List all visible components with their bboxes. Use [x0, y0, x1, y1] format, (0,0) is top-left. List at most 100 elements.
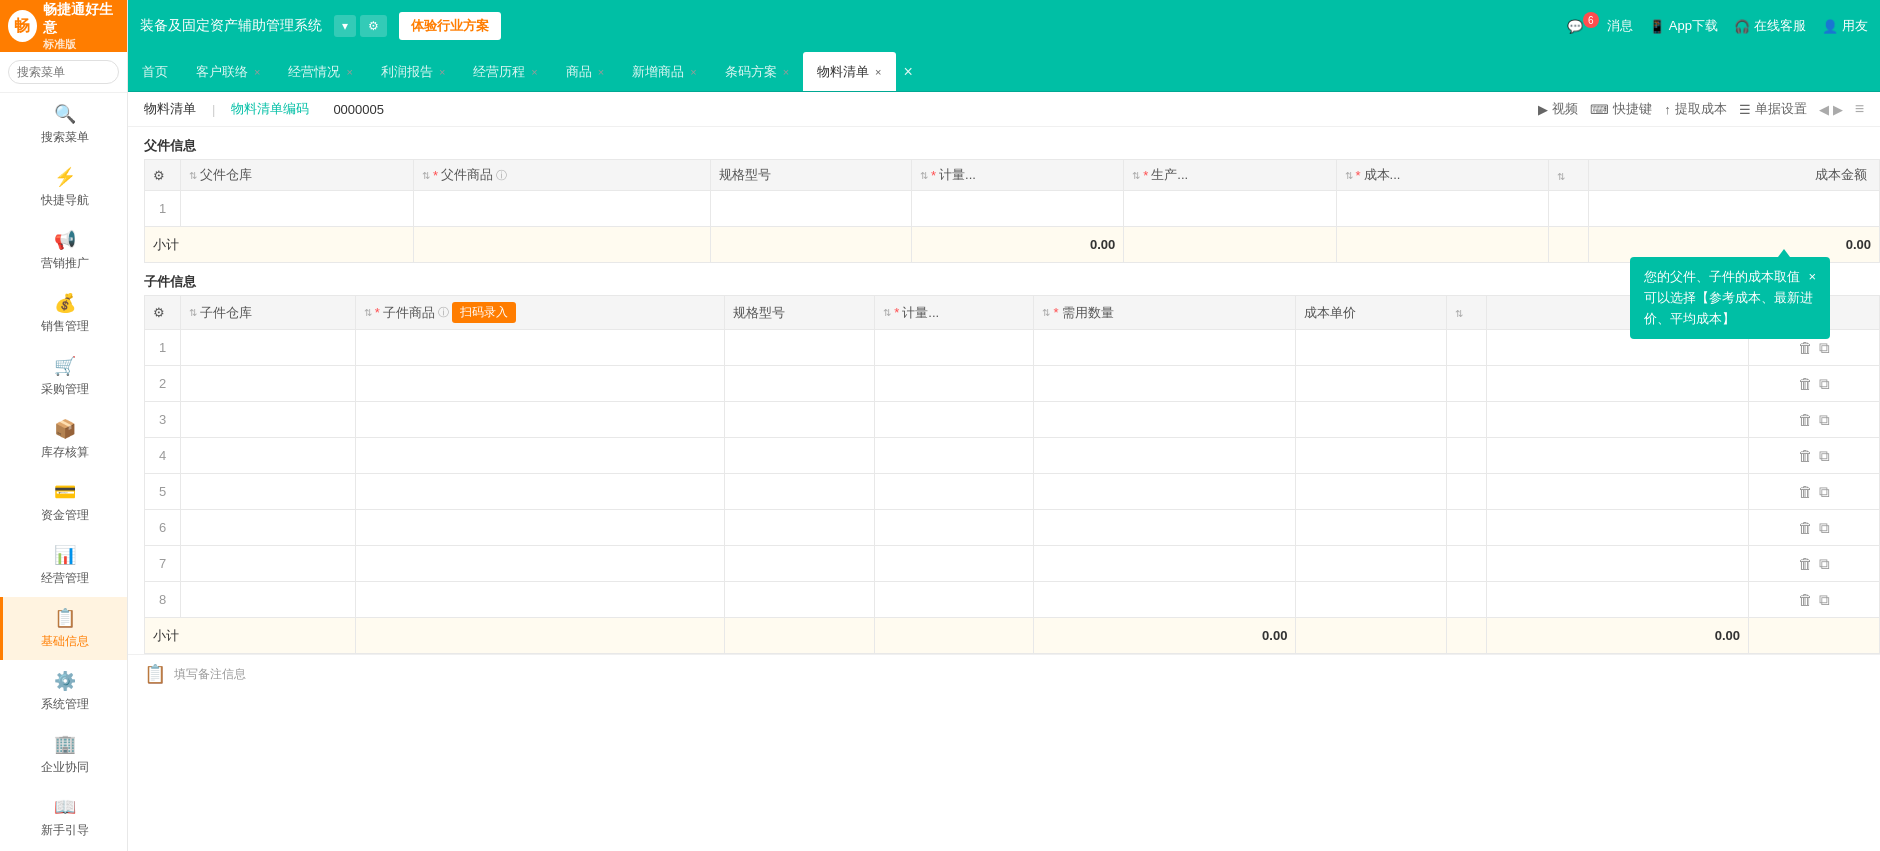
online-service-item[interactable]: 🎧 在线客服 — [1734, 17, 1806, 35]
trial-button[interactable]: 体验行业方案 — [399, 12, 501, 40]
delete-icon-7[interactable]: 🗑 — [1798, 555, 1813, 573]
sort-icon[interactable]: ⇅ — [883, 307, 891, 318]
child-cell-goods-2[interactable] — [355, 366, 724, 402]
child-cell-qty-5[interactable] — [1034, 474, 1296, 510]
child-cell-qty-4[interactable] — [1034, 438, 1296, 474]
tab-bom[interactable]: 物料清单 × — [803, 52, 895, 91]
child-cell-qty-7[interactable] — [1034, 546, 1296, 582]
sidebar-item-guide[interactable]: 📖 新手引导 — [0, 786, 127, 849]
sidebar-item-inventory[interactable]: 📦 库存核算 — [0, 408, 127, 471]
copy-icon-4[interactable]: ⧉ — [1819, 447, 1830, 465]
sidebar-item-search[interactable]: 🔍 搜索菜单 — [0, 93, 127, 156]
copy-icon-2[interactable]: ⧉ — [1819, 375, 1830, 393]
child-cell-spec-1[interactable] — [724, 330, 875, 366]
single-settings-btn[interactable]: ☰ 单据设置 — [1739, 100, 1807, 118]
delete-icon-2[interactable]: 🗑 — [1798, 375, 1813, 393]
message-item[interactable]: 💬 6 消息 — [1567, 17, 1633, 35]
child-cell-goods-6[interactable] — [355, 510, 724, 546]
view-btn[interactable]: ▶ 视频 — [1538, 100, 1578, 118]
child-cell-spec-3[interactable] — [724, 402, 875, 438]
tooltip-close-btn[interactable]: × — [1808, 267, 1816, 288]
sort-icon[interactable]: ⇅ — [364, 307, 372, 318]
delete-icon-1[interactable]: 🗑 — [1798, 339, 1813, 357]
child-cell-spec-7[interactable] — [724, 546, 875, 582]
child-cell-warehouse-7[interactable] — [181, 546, 356, 582]
settings-gear-icon[interactable]: ⚙ — [153, 168, 165, 183]
sort-icon[interactable]: ⇅ — [1132, 170, 1140, 181]
child-cell-unit-cost-7[interactable] — [1296, 546, 1447, 582]
child-cell-spec-5[interactable] — [724, 474, 875, 510]
child-cell-spec-8[interactable] — [724, 582, 875, 618]
child-cell-warehouse-1[interactable] — [181, 330, 356, 366]
scan-button[interactable]: 扫码录入 — [452, 302, 516, 323]
child-cell-measure-6[interactable] — [875, 510, 1034, 546]
copy-icon-3[interactable]: ⧉ — [1819, 411, 1830, 429]
child-cell-qty-3[interactable] — [1034, 402, 1296, 438]
delete-icon-6[interactable]: 🗑 — [1798, 519, 1813, 537]
settings-btn[interactable]: ⚙ — [360, 15, 387, 37]
child-cell-warehouse-8[interactable] — [181, 582, 356, 618]
delete-icon-3[interactable]: 🗑 — [1798, 411, 1813, 429]
child-cell-goods-3[interactable] — [355, 402, 724, 438]
child-cell-warehouse-2[interactable] — [181, 366, 356, 402]
child-cell-unit-cost-4[interactable] — [1296, 438, 1447, 474]
sort-arrows-icon[interactable]: ⇅ — [1557, 171, 1565, 182]
extract-cost-btn[interactable]: ↑ 提取成本 — [1664, 100, 1727, 118]
tab-customer-close[interactable]: × — [254, 66, 260, 78]
copy-icon-6[interactable]: ⧉ — [1819, 519, 1830, 537]
help-icon[interactable]: ⓘ — [496, 168, 507, 183]
tab-barcode-close[interactable]: × — [783, 66, 789, 78]
tab-new-goods-close[interactable]: × — [690, 66, 696, 78]
child-cell-unit-cost-6[interactable] — [1296, 510, 1447, 546]
copy-icon-5[interactable]: ⧉ — [1819, 483, 1830, 501]
delete-icon-5[interactable]: 🗑 — [1798, 483, 1813, 501]
tab-new-goods[interactable]: 新增商品 × — [618, 52, 710, 91]
delete-icon-4[interactable]: 🗑 — [1798, 447, 1813, 465]
copy-icon-7[interactable]: ⧉ — [1819, 555, 1830, 573]
delete-icon-8[interactable]: 🗑 — [1798, 591, 1813, 609]
prev-page-btn[interactable]: ◀ — [1819, 102, 1829, 117]
tab-goods[interactable]: 商品 × — [552, 52, 618, 91]
tab-goods-close[interactable]: × — [598, 66, 604, 78]
child-cell-warehouse-6[interactable] — [181, 510, 356, 546]
list-view-btn[interactable]: ≡ — [1855, 100, 1864, 118]
search-input[interactable] — [8, 60, 119, 84]
child-cell-goods-5[interactable] — [355, 474, 724, 510]
child-cell-measure-2[interactable] — [875, 366, 1034, 402]
sidebar-item-operations[interactable]: 📊 经营管理 — [0, 534, 127, 597]
child-cell-measure-7[interactable] — [875, 546, 1034, 582]
sort-arrows-icon[interactable]: ⇅ — [1455, 308, 1463, 319]
child-cell-spec-2[interactable] — [724, 366, 875, 402]
tab-history-close[interactable]: × — [531, 66, 537, 78]
child-cell-warehouse-5[interactable] — [181, 474, 356, 510]
parent-cell-measure-1[interactable] — [911, 191, 1123, 227]
notes-placeholder[interactable]: 填写备注信息 — [174, 666, 246, 683]
parent-cell-spec-1[interactable] — [711, 191, 912, 227]
dropdown-btn[interactable]: ▾ — [334, 15, 356, 37]
child-cell-measure-8[interactable] — [875, 582, 1034, 618]
help-icon[interactable]: ⓘ — [438, 305, 449, 320]
sort-icon[interactable]: ⇅ — [189, 170, 197, 181]
child-cell-measure-4[interactable] — [875, 438, 1034, 474]
tab-barcode[interactable]: 条码方案 × — [711, 52, 803, 91]
tab-profit[interactable]: 利润报告 × — [367, 52, 459, 91]
copy-icon-8[interactable]: ⧉ — [1819, 591, 1830, 609]
sidebar-item-purchase[interactable]: 🛒 采购管理 — [0, 345, 127, 408]
tab-profit-close[interactable]: × — [439, 66, 445, 78]
shortcut-btn[interactable]: ⌨ 快捷键 — [1590, 100, 1652, 118]
child-cell-unit-cost-8[interactable] — [1296, 582, 1447, 618]
tab-history[interactable]: 经营历程 × — [459, 52, 551, 91]
child-cell-warehouse-3[interactable] — [181, 402, 356, 438]
sidebar-item-quick-nav[interactable]: ⚡ 快捷导航 — [0, 156, 127, 219]
sort-icon[interactable]: ⇅ — [422, 170, 430, 181]
sidebar-item-finance[interactable]: 💳 资金管理 — [0, 471, 127, 534]
child-cell-goods-4[interactable] — [355, 438, 724, 474]
child-cell-unit-cost-3[interactable] — [1296, 402, 1447, 438]
child-cell-unit-cost-2[interactable] — [1296, 366, 1447, 402]
sidebar-item-system[interactable]: ⚙️ 系统管理 — [0, 660, 127, 723]
sort-icon[interactable]: ⇅ — [1042, 307, 1050, 318]
tab-home[interactable]: 首页 — [128, 52, 182, 91]
child-cell-warehouse-4[interactable] — [181, 438, 356, 474]
sort-icon[interactable]: ⇅ — [920, 170, 928, 181]
nav-close-all[interactable]: × — [896, 63, 921, 81]
